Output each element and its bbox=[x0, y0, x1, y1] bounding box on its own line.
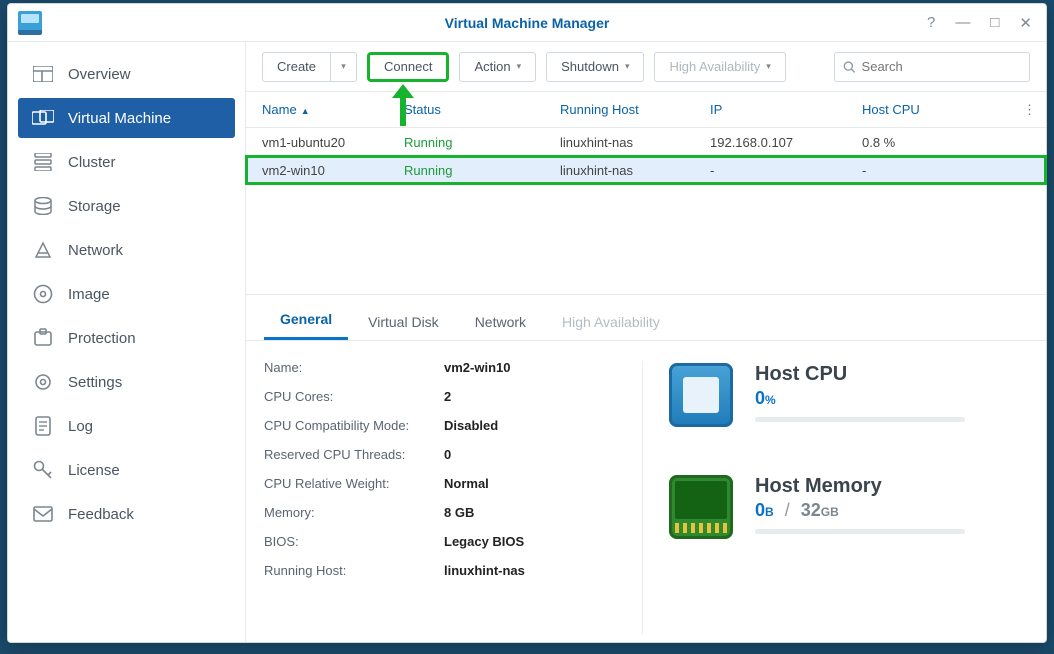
create-dropdown[interactable]: ▾ bbox=[331, 52, 357, 82]
mail-icon bbox=[32, 505, 54, 523]
sidebar-item-settings[interactable]: Settings bbox=[18, 362, 235, 402]
col-cpu[interactable]: Host CPU bbox=[862, 102, 992, 117]
cluster-icon bbox=[32, 153, 54, 171]
col-name[interactable]: Name▲ bbox=[254, 102, 404, 117]
tab-general[interactable]: General bbox=[264, 301, 348, 340]
divider bbox=[642, 361, 643, 634]
tab-ha: High Availability bbox=[546, 304, 676, 340]
maximize-icon[interactable]: □ bbox=[990, 14, 999, 32]
close-icon[interactable]: ✕ bbox=[1019, 14, 1032, 32]
sidebar-item-license[interactable]: License bbox=[18, 450, 235, 490]
sidebar-item-label: Image bbox=[68, 286, 110, 303]
table-row[interactable]: vm2-win10 Running linuxhint-nas - - bbox=[246, 156, 1046, 184]
search-input[interactable] bbox=[862, 59, 1021, 74]
shutdown-button[interactable]: Shutdown▾ bbox=[546, 52, 644, 82]
action-button[interactable]: Action▾ bbox=[459, 52, 536, 82]
help-icon[interactable]: ? bbox=[927, 14, 935, 32]
sidebar-item-overview[interactable]: Overview bbox=[18, 54, 235, 94]
memory-bar bbox=[755, 529, 965, 534]
sidebar-item-label: Storage bbox=[68, 198, 121, 215]
sidebar-item-label: Log bbox=[68, 418, 93, 435]
table-body: vm1-ubuntu20 Running linuxhint-nas 192.1… bbox=[246, 128, 1046, 288]
connect-button[interactable]: Connect bbox=[367, 52, 449, 82]
tab-network[interactable]: Network bbox=[459, 304, 542, 340]
cpu-icon bbox=[669, 363, 733, 427]
stat-host-cpu: Host CPU 0% bbox=[669, 363, 1020, 427]
sidebar-item-label: Protection bbox=[68, 330, 136, 347]
disc-icon bbox=[32, 285, 54, 303]
key-icon bbox=[32, 461, 54, 479]
col-host[interactable]: Running Host bbox=[560, 102, 710, 117]
shield-icon bbox=[32, 329, 54, 347]
sidebar-item-label: Overview bbox=[68, 66, 131, 83]
network-icon bbox=[32, 241, 54, 259]
sidebar-item-label: License bbox=[68, 462, 120, 479]
sidebar-item-storage[interactable]: Storage bbox=[18, 186, 235, 226]
sidebar-item-network[interactable]: Network bbox=[18, 230, 235, 270]
detail-tabs: General Virtual Disk Network High Availa… bbox=[246, 295, 1046, 341]
sidebar-item-label: Network bbox=[68, 242, 123, 259]
tab-virtual-disk[interactable]: Virtual Disk bbox=[352, 304, 455, 340]
col-ip[interactable]: IP bbox=[710, 102, 862, 117]
create-button[interactable]: Create bbox=[262, 52, 331, 82]
chevron-down-icon: ▾ bbox=[517, 61, 522, 72]
sidebar-item-image[interactable]: Image bbox=[18, 274, 235, 314]
sidebar-item-protection[interactable]: Protection bbox=[18, 318, 235, 358]
cpu-bar bbox=[755, 417, 965, 422]
gear-icon bbox=[32, 373, 54, 391]
chevron-down-icon: ▾ bbox=[625, 61, 630, 72]
sidebar-item-label: Feedback bbox=[68, 506, 134, 523]
search-box[interactable] bbox=[834, 52, 1030, 82]
toolbar: Create ▾ Connect Action▾ Shutdown▾ High … bbox=[246, 42, 1046, 92]
log-icon bbox=[32, 417, 54, 435]
chevron-down-icon: ▾ bbox=[341, 61, 346, 72]
col-status[interactable]: Status bbox=[404, 102, 560, 117]
dashboard-icon bbox=[32, 65, 54, 83]
search-icon bbox=[843, 60, 856, 74]
sidebar-item-virtual-machine[interactable]: Virtual Machine bbox=[18, 98, 235, 138]
ha-button: High Availability▾ bbox=[654, 52, 785, 82]
sort-asc-icon: ▲ bbox=[301, 106, 310, 116]
stat-host-memory: Host Memory 0B / 32GB bbox=[669, 475, 1020, 539]
memory-icon bbox=[669, 475, 733, 539]
storage-icon bbox=[32, 197, 54, 215]
chevron-down-icon: ▾ bbox=[766, 61, 771, 72]
col-more-icon[interactable]: ⋮ bbox=[992, 102, 1046, 118]
table-header: Name▲ Status Running Host IP Host CPU ⋮ bbox=[246, 92, 1046, 128]
table-row[interactable]: vm1-ubuntu20 Running linuxhint-nas 192.1… bbox=[246, 128, 1046, 156]
window-title: Virtual Machine Manager bbox=[8, 15, 1046, 31]
sidebar-item-label: Cluster bbox=[68, 154, 116, 171]
sidebar-item-label: Settings bbox=[68, 374, 122, 391]
minimize-icon[interactable]: — bbox=[955, 14, 970, 32]
properties-list: Name:vm2-win10 CPU Cores:2 CPU Compatibi… bbox=[258, 353, 636, 642]
sidebar-item-feedback[interactable]: Feedback bbox=[18, 494, 235, 534]
app-icon bbox=[18, 11, 42, 35]
sidebar-item-label: Virtual Machine bbox=[68, 110, 171, 127]
sidebar-item-log[interactable]: Log bbox=[18, 406, 235, 446]
sidebar-item-cluster[interactable]: Cluster bbox=[18, 142, 235, 182]
sidebar: Overview Virtual Machine Cluster Storage… bbox=[8, 42, 246, 642]
vm-icon bbox=[32, 109, 54, 127]
